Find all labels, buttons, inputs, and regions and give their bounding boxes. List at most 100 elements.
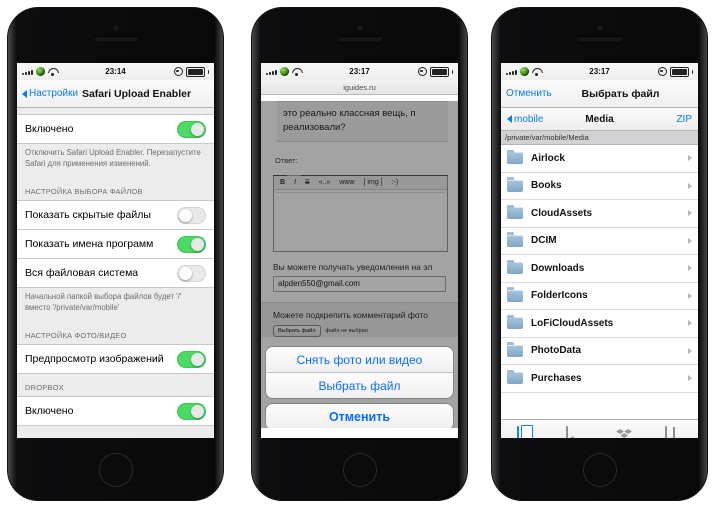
home-button[interactable] <box>98 453 133 487</box>
list-item[interactable]: Books <box>501 173 698 200</box>
tab-dropbox[interactable]: Dropbox <box>600 420 649 438</box>
list-item[interactable]: CloudAssets <box>501 200 698 228</box>
folder-name: LoFiCloudAssets <box>531 317 614 329</box>
folder-icon <box>507 287 523 302</box>
earpiece-speaker <box>93 36 138 41</box>
group-note-0: Отключить Safari Upload Enabler. Перезап… <box>25 148 201 168</box>
folder-icon <box>507 342 523 357</box>
chevron-right-icon <box>688 155 692 162</box>
take-photo-button[interactable]: Снять фото или видео <box>266 347 453 372</box>
list-item[interactable]: PhotoData <box>501 338 698 365</box>
folder-name: PhotoData <box>531 345 581 357</box>
settings-row-hidden-files[interactable]: Показать скрытые файлы <box>17 200 214 231</box>
action-sheet-options: Снять фото или видео Выбрать файл <box>266 347 453 398</box>
chevron-right-icon <box>688 237 692 244</box>
folder-name: Airlock <box>531 152 565 164</box>
list-item[interactable]: FolderIcons <box>501 283 698 310</box>
row-label: Включено <box>25 405 74 418</box>
list-item[interactable]: Airlock <box>501 145 698 173</box>
status-bar: 23:14 <box>17 63 214 80</box>
tab-photo-video[interactable]: Фото/Видео <box>550 420 599 438</box>
toggle-dropbox[interactable] <box>177 402 206 420</box>
screen-right: 23:17 Отменить Выбрать файл mobile Media… <box>501 63 698 438</box>
battery-icon <box>429 66 449 77</box>
cancel-button[interactable]: Отменить <box>266 404 453 428</box>
chevron-right-icon <box>688 265 692 272</box>
status-time: 23:17 <box>349 67 370 76</box>
status-bar: 23:17 <box>261 63 458 80</box>
settings-row-app-names[interactable]: Показать имена программ <box>17 229 214 260</box>
tab-bar: Файл Фото/Видео Dropbox Закладки <box>501 419 698 438</box>
location-icon <box>417 67 427 76</box>
folder-icon <box>507 177 523 192</box>
toggle-image-preview[interactable] <box>177 350 206 368</box>
folder-name: DCIM <box>531 235 557 247</box>
toggle-app-names[interactable] <box>177 235 206 253</box>
path-bar: /private/var/mobile/Media <box>501 131 698 145</box>
breadcrumb-bar: mobile Media ZIP <box>501 108 698 131</box>
group-header-dropbox: DROPBOX <box>25 383 64 393</box>
action-sheet: Снять фото или видео Выбрать файл Отмени… <box>266 347 453 428</box>
back-button[interactable]: Настройки <box>22 88 78 99</box>
status-right <box>417 66 453 77</box>
web-page: это реально классная вещь, п реализовали… <box>261 101 458 428</box>
folder-list: Airlock Books CloudAssets DCIM Downloads… <box>501 145 698 419</box>
toggle-hidden-files[interactable] <box>177 206 206 224</box>
status-right <box>657 66 693 77</box>
screen-left: 23:14 Настройки Safari Upload Enabler Вк… <box>17 63 214 438</box>
settings-list: Включено Отключить Safari Upload Enabler… <box>17 108 214 438</box>
toggle-whole-fs[interactable] <box>177 264 206 282</box>
front-camera <box>356 25 363 31</box>
url-text: iguides.ru <box>343 82 376 92</box>
choose-file-button[interactable]: Выбрать файл <box>266 372 453 398</box>
phone-middle: 23:17 iguides.ru это реально классная ве… <box>252 8 467 500</box>
navigation-bar: Отменить Выбрать файл <box>501 80 698 108</box>
page-title: Выбрать файл <box>581 87 660 100</box>
status-time: 23:17 <box>589 67 610 76</box>
settings-row-image-preview[interactable]: Предпросмотр изображений <box>17 344 214 375</box>
toggle-enabled[interactable] <box>177 120 206 138</box>
chevron-right-icon <box>688 347 692 354</box>
settings-row-whole-fs[interactable]: Вся файловая система <box>17 258 214 289</box>
home-button[interactable] <box>582 453 617 487</box>
list-item[interactable]: LoFiCloudAssets <box>501 310 698 338</box>
group-note-1: Начальной папкой выбора файлов будет '/'… <box>25 292 182 312</box>
url-bar[interactable]: iguides.ru <box>261 80 458 95</box>
row-label: Показать скрытые файлы <box>25 209 151 222</box>
cancel-button[interactable]: Отменить <box>506 88 552 99</box>
folder-icon <box>507 314 523 330</box>
location-icon <box>173 67 183 76</box>
chevron-right-icon <box>688 182 692 189</box>
list-item[interactable]: Purchases <box>501 365 698 393</box>
chevron-left-icon <box>22 89 27 98</box>
tab-files[interactable]: Файл <box>501 420 550 438</box>
folder-icon <box>507 204 523 220</box>
earpiece-speaker <box>337 36 382 41</box>
battery-icon <box>669 66 689 77</box>
back-label: Настройки <box>29 88 79 99</box>
home-button[interactable] <box>342 453 377 487</box>
list-item[interactable]: Downloads <box>501 255 698 283</box>
folder-name: Purchases <box>531 372 582 384</box>
settings-row-enabled[interactable]: Включено <box>17 114 214 144</box>
phone-right: 23:17 Отменить Выбрать файл mobile Media… <box>492 8 707 500</box>
path-text: /private/var/mobile/Media <box>505 133 589 142</box>
dropbox-icon <box>616 427 633 438</box>
screen-middle: 23:17 iguides.ru это реально классная ве… <box>261 63 458 438</box>
chevron-right-icon <box>688 320 692 327</box>
folder-name: Books <box>531 180 562 192</box>
safari-browser: iguides.ru это реально классная вещь, п … <box>261 80 458 428</box>
status-time: 23:14 <box>105 67 126 76</box>
photo-icon <box>566 425 583 438</box>
row-label: Вся файловая система <box>25 267 139 280</box>
settings-row-dropbox-enabled[interactable]: Включено <box>17 396 214 427</box>
tab-bookmarks[interactable]: Закладки <box>649 420 698 438</box>
current-folder-title: Media <box>585 113 614 125</box>
navigation-bar: Настройки Safari Upload Enabler <box>17 80 214 108</box>
list-item[interactable]: DCIM <box>501 228 698 255</box>
location-icon <box>657 67 667 76</box>
phone-left: 23:14 Настройки Safari Upload Enabler Вк… <box>8 8 223 500</box>
chevron-right-icon <box>688 292 692 299</box>
earpiece-speaker <box>577 36 622 41</box>
folder-icon <box>507 232 523 247</box>
